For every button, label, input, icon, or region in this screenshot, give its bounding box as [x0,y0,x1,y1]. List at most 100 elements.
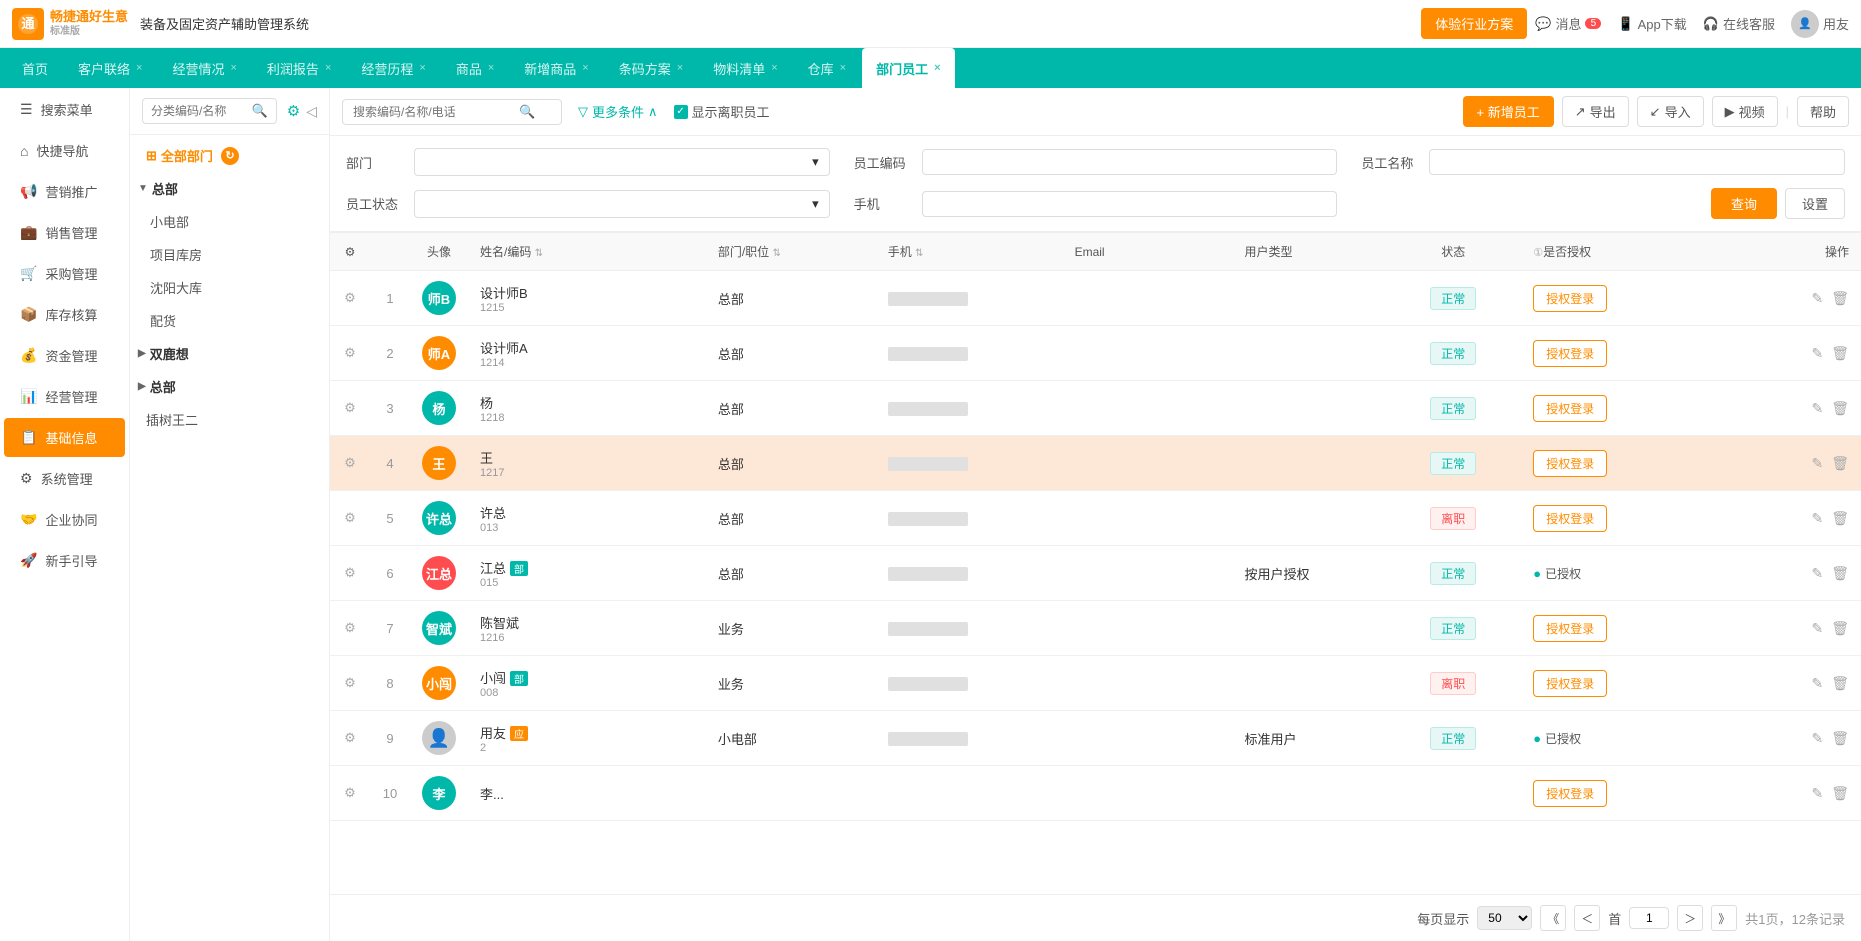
set-btn[interactable]: 设置 [1785,188,1845,219]
auth-btn[interactable]: 授权登录 [1533,340,1607,367]
sidebar-item-purchase[interactable]: 🛒 采购管理 [4,254,125,293]
row-settings-icon[interactable]: ⚙ [344,620,356,635]
edit-icon[interactable]: ✎ [1811,675,1823,692]
help-btn[interactable]: 帮助 [1797,96,1849,127]
auth-btn[interactable]: 授权登录 [1533,505,1607,532]
th-settings[interactable]: ⚙ [330,233,370,271]
th-name[interactable]: 姓名/编码 ⇅ [468,233,706,271]
per-page-select[interactable]: 50 20 100 [1477,906,1532,930]
first-page-btn[interactable]: 《 [1540,905,1566,931]
show-resign-checkbox[interactable] [674,105,688,119]
row-settings-icon[interactable]: ⚙ [344,455,356,470]
row-settings-icon[interactable]: ⚙ [344,345,356,360]
edit-icon[interactable]: ✎ [1811,785,1823,802]
edit-icon[interactable]: ✎ [1811,730,1823,747]
edit-icon[interactable]: ✎ [1811,565,1823,582]
nav-tab-首页[interactable]: 首页 [8,48,62,88]
message-btn[interactable]: 💬 消息 5 [1535,14,1601,33]
tab-close-icon[interactable]: × [582,62,588,74]
sidebar-item-search-menu[interactable]: ☰ 搜索菜单 [4,90,125,129]
row-settings-icon[interactable]: ⚙ [344,290,356,305]
status-select[interactable]: ▾ [414,190,830,218]
edit-icon[interactable]: ✎ [1811,400,1823,417]
row-settings-icon[interactable]: ⚙ [344,785,356,800]
dept-xiangmu[interactable]: 项目库房 [130,238,329,271]
dept-xiaodian[interactable]: 小电部 [130,205,329,238]
sidebar-item-basic-info[interactable]: 📋 基础信息 [4,418,125,457]
tab-close-icon[interactable]: × [419,62,425,74]
import-btn[interactable]: ↙ 导入 [1637,96,1704,127]
dept-peihuo[interactable]: 配货 [130,304,329,337]
auth-btn[interactable]: 授权登录 [1533,450,1607,477]
sidebar-item-cooperation[interactable]: 🤝 企业协同 [4,500,125,539]
dept-search-input[interactable] [151,104,248,118]
dept-group-zongbu[interactable]: ▼ 总部 [130,172,329,205]
nav-tab-仓库[interactable]: 仓库× [794,48,860,88]
nav-tab-部门员工[interactable]: 部门员工× [862,48,954,88]
nav-tab-条码方案[interactable]: 条码方案× [605,48,697,88]
sidebar-item-guide[interactable]: 🚀 新手引导 [4,541,125,580]
tab-close-icon[interactable]: × [488,62,494,74]
delete-icon[interactable]: 🗑 [1831,510,1849,527]
nav-tab-物料清单[interactable]: 物料清单× [699,48,791,88]
delete-icon[interactable]: 🗑 [1831,455,1849,472]
dept-all[interactable]: ⊞ 全部部门 ↻ [130,139,329,172]
nav-tab-商品[interactable]: 商品× [442,48,508,88]
delete-icon[interactable]: 🗑 [1831,345,1849,362]
sidebar-item-quick-nav[interactable]: ⌂ 快捷导航 [4,131,125,170]
delete-icon[interactable]: 🗑 [1831,620,1849,637]
service-btn[interactable]: 🎧 在线客服 [1703,14,1775,33]
nav-tab-新增商品[interactable]: 新增商品× [510,48,602,88]
auth-btn[interactable]: 授权登录 [1533,780,1607,807]
export-btn[interactable]: ↗ 导出 [1562,96,1629,127]
search-input[interactable] [353,105,513,119]
delete-icon[interactable]: 🗑 [1831,785,1849,802]
sidebar-item-finance[interactable]: 💰 资金管理 [4,336,125,375]
tab-close-icon[interactable]: × [230,62,236,74]
row-settings-icon[interactable]: ⚙ [344,400,356,415]
try-btn[interactable]: 体验行业方案 [1421,8,1527,39]
row-settings-icon[interactable]: ⚙ [344,510,356,525]
add-employee-btn[interactable]: + 新增员工 [1463,96,1554,127]
delete-icon[interactable]: 🗑 [1831,730,1849,747]
delete-icon[interactable]: 🗑 [1831,290,1849,307]
dept-chashuwangr[interactable]: 插树王二 [130,403,329,436]
sidebar-item-operations[interactable]: 📊 经营管理 [4,377,125,416]
name-filter-input[interactable] [1429,149,1845,175]
row-settings-icon[interactable]: ⚙ [344,675,356,690]
auth-btn[interactable]: 授权登录 [1533,670,1607,697]
last-page-btn[interactable]: 》 [1711,905,1737,931]
user-menu[interactable]: 👤 用友 [1791,10,1849,38]
edit-icon[interactable]: ✎ [1811,620,1823,637]
edit-icon[interactable]: ✎ [1811,345,1823,362]
sidebar-item-system[interactable]: ⚙ 系统管理 [4,459,125,498]
sidebar-item-sales[interactable]: 💼 销售管理 [4,213,125,252]
delete-icon[interactable]: 🗑 [1831,565,1849,582]
auth-btn[interactable]: 授权登录 [1533,615,1607,642]
tab-close-icon[interactable]: × [677,62,683,74]
more-filter-btn[interactable]: ▽ 更多条件 ∧ [570,98,666,125]
th-phone[interactable]: 手机 ⇅ [876,233,1063,271]
auth-btn[interactable]: 授权登录 [1533,395,1607,422]
query-btn[interactable]: 查询 [1711,188,1777,219]
auth-btn[interactable]: 授权登录 [1533,285,1607,312]
row-settings-icon[interactable]: ⚙ [344,565,356,580]
show-resign-label[interactable]: 显示离职员工 [674,102,770,121]
row-settings-icon[interactable]: ⚙ [344,730,356,745]
app-download-btn[interactable]: 📱 App下载 [1617,14,1686,33]
dept-settings-icon[interactable]: ⚙ [287,102,300,120]
sidebar-item-marketing[interactable]: 📢 营销推广 [4,172,125,211]
code-filter-input[interactable] [922,149,1338,175]
nav-tab-客户联络[interactable]: 客户联络× [64,48,156,88]
edit-icon[interactable]: ✎ [1811,290,1823,307]
dept-group-zb2[interactable]: ▶ 总部 [130,370,329,403]
tab-close-icon[interactable]: × [325,62,331,74]
tab-close-icon[interactable]: × [136,62,142,74]
dept-search-box[interactable]: 🔍 [142,98,277,124]
delete-icon[interactable]: 🗑 [1831,400,1849,417]
nav-tab-经营历程[interactable]: 经营历程× [347,48,439,88]
tab-close-icon[interactable]: × [771,62,777,74]
prev-page-btn[interactable]: ＜ [1574,905,1600,931]
edit-icon[interactable]: ✎ [1811,455,1823,472]
tab-close-icon[interactable]: × [840,62,846,74]
